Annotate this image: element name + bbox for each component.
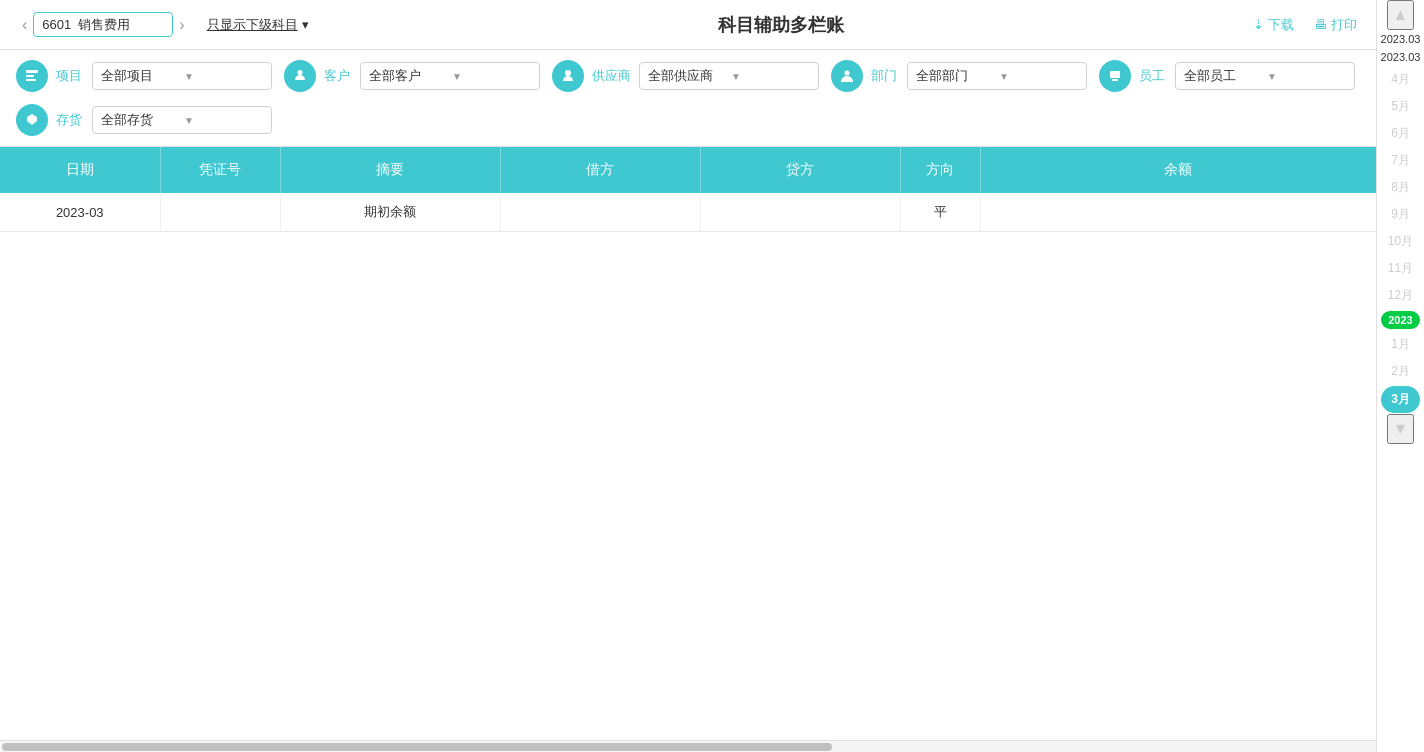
employee-icon <box>1099 60 1131 92</box>
customer-select[interactable]: 全部客户 ▼ <box>360 62 540 90</box>
timeline-item-3-active[interactable]: 3月 <box>1381 386 1420 413</box>
timeline-item-9[interactable]: 9月 <box>1377 201 1424 228</box>
cell-4 <box>700 193 900 232</box>
header: ‹ › 只显示下级科目 ▾ 科目辅助多栏账 ⇣ 下载 🖶 打印 ✕ <box>0 0 1424 50</box>
svg-rect-1 <box>26 75 34 77</box>
timeline-item-2[interactable]: 2月 <box>1377 358 1424 385</box>
table-row: 2023-03 期初余额 平 <box>0 193 1376 232</box>
svg-rect-6 <box>1112 79 1118 81</box>
col-credit: 贷方 <box>700 147 900 193</box>
svg-point-4 <box>845 71 850 76</box>
cell-2: 期初余额 <box>280 193 500 232</box>
col-debit: 借方 <box>500 147 700 193</box>
table-header-row: 日期 凭证号 摘要 借方 贷方 方向 余额 <box>0 147 1376 193</box>
supplier-icon <box>552 60 584 92</box>
scrollbar-thumb[interactable] <box>2 743 832 751</box>
ledger-table: 日期 凭证号 摘要 借方 贷方 方向 余额 2023-03 期初余额 平 <box>0 147 1376 232</box>
print-button[interactable]: 🖶 打印 <box>1314 16 1357 34</box>
account-code-input[interactable] <box>33 12 173 37</box>
timeline-panel: ▲ 2023.03 2023.03 4月 5月 6月 7月 8月 9月 10月 … <box>1376 0 1424 752</box>
col-balance: 余额 <box>980 147 1376 193</box>
timeline-item-12[interactable]: 12月 <box>1377 282 1424 309</box>
cell-0: 2023-03 <box>0 193 160 232</box>
col-voucher: 凭证号 <box>160 147 280 193</box>
timeline-item-2023-03-top[interactable]: 2023.03 <box>1377 30 1424 48</box>
inventory-select-arrow: ▼ <box>184 115 263 126</box>
timeline-item-2023-03-second[interactable]: 2023.03 <box>1377 48 1424 66</box>
col-date: 日期 <box>0 147 160 193</box>
cell-5: 平 <box>900 193 980 232</box>
project-icon <box>16 60 48 92</box>
col-summary: 摘要 <box>280 147 500 193</box>
svg-point-3 <box>565 70 571 76</box>
cell-1 <box>160 193 280 232</box>
download-icon: ⇣ <box>1253 17 1264 32</box>
project-select-arrow: ▼ <box>184 71 263 82</box>
table-wrap: 日期 凭证号 摘要 借方 贷方 方向 余额 2023-03 期初余额 平 <box>0 147 1376 719</box>
project-select[interactable]: 全部项目 ▼ <box>92 62 272 90</box>
filters-row: 项目 全部项目 ▼ 客户 全部客户 ▼ 供应商 全部供应商 <box>0 50 1424 147</box>
next-account-button[interactable]: › <box>173 14 190 36</box>
col-direction: 方向 <box>900 147 980 193</box>
employee-select[interactable]: 全部员工 ▼ <box>1175 62 1355 90</box>
supplier-select-arrow: ▼ <box>731 71 810 82</box>
employee-select-arrow: ▼ <box>1267 71 1346 82</box>
inventory-icon <box>16 104 48 136</box>
timeline-item-6[interactable]: 6月 <box>1377 120 1424 147</box>
department-icon <box>831 60 863 92</box>
department-select-arrow: ▼ <box>999 71 1078 82</box>
print-icon: 🖶 <box>1314 17 1327 32</box>
page-title: 科目辅助多栏账 <box>309 13 1253 37</box>
download-button[interactable]: ⇣ 下载 <box>1253 16 1294 34</box>
inventory-select[interactable]: 全部存货 ▼ <box>92 106 272 134</box>
timeline-item-1[interactable]: 1月 <box>1377 331 1424 358</box>
supplier-select[interactable]: 全部供应商 ▼ <box>639 62 819 90</box>
account-code-group <box>33 12 173 37</box>
cell-6 <box>980 193 1376 232</box>
filter-inventory: 存货 全部存货 ▼ <box>16 104 272 136</box>
table-body: 2023-03 期初余额 平 <box>0 193 1376 232</box>
filter-customer: 客户 全部客户 ▼ <box>284 60 540 92</box>
filter-employee: 员工 全部员工 ▼ <box>1099 60 1355 92</box>
svg-rect-2 <box>26 79 36 81</box>
cell-3 <box>500 193 700 232</box>
timeline-item-5[interactable]: 5月 <box>1377 93 1424 120</box>
timeline-item-8[interactable]: 8月 <box>1377 174 1424 201</box>
customer-icon <box>284 60 316 92</box>
customer-select-arrow: ▼ <box>452 71 531 82</box>
timeline-item-7[interactable]: 7月 <box>1377 147 1424 174</box>
filter-department: 部门 全部部门 ▼ <box>831 60 1087 92</box>
prev-account-button[interactable]: ‹ <box>16 14 33 36</box>
timeline-item-11[interactable]: 11月 <box>1377 255 1424 282</box>
svg-rect-5 <box>1110 71 1120 78</box>
timeline-item-10[interactable]: 10月 <box>1377 228 1424 255</box>
department-select[interactable]: 全部部门 ▼ <box>907 62 1087 90</box>
show-sub-arrow-icon: ▾ <box>302 17 309 32</box>
timeline-year-2023[interactable]: 2023 <box>1381 311 1420 329</box>
show-sub-button[interactable]: 只显示下级科目 ▾ <box>207 16 309 34</box>
filter-project: 项目 全部项目 ▼ <box>16 60 272 92</box>
horizontal-scrollbar[interactable] <box>0 740 1384 752</box>
timeline-up-button[interactable]: ▲ <box>1387 0 1415 30</box>
svg-rect-0 <box>26 70 38 73</box>
filter-supplier: 供应商 全部供应商 ▼ <box>552 60 819 92</box>
timeline-down-button[interactable]: ▼ <box>1387 414 1415 444</box>
main-window: ‹ › 只显示下级科目 ▾ 科目辅助多栏账 ⇣ 下载 🖶 打印 ✕ <box>0 0 1424 752</box>
timeline-item-4[interactable]: 4月 <box>1377 66 1424 93</box>
